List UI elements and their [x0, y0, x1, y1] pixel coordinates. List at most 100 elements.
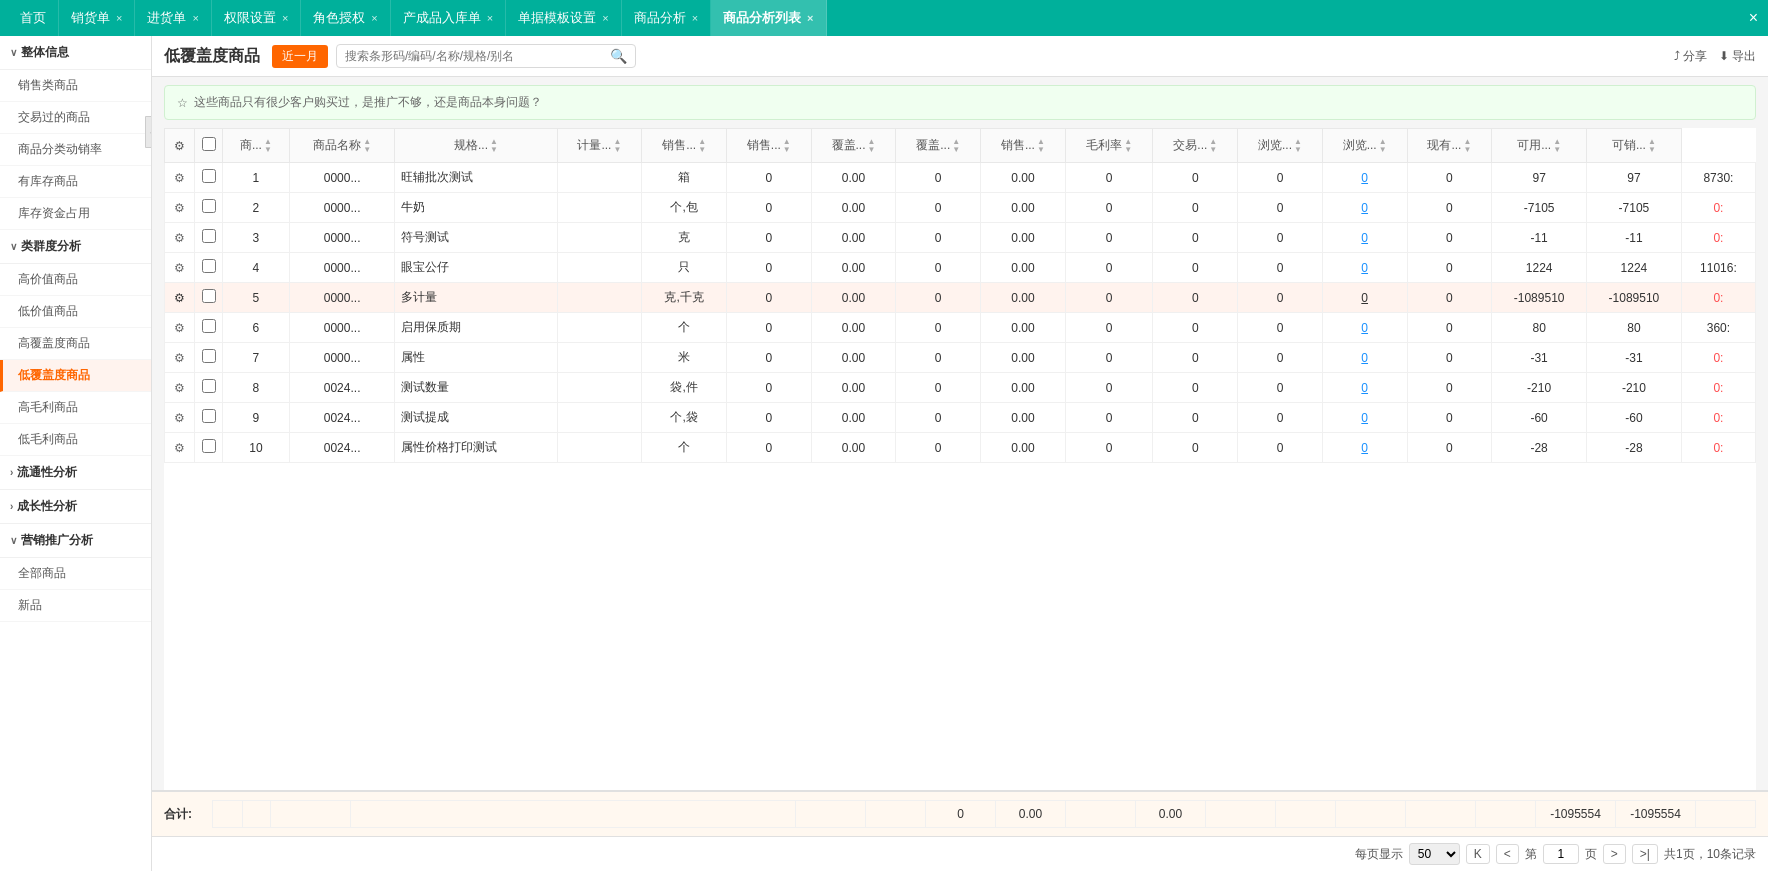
- row-select-checkbox[interactable]: [202, 289, 216, 303]
- sidebar-section-marketing[interactable]: ∨ 营销推广分析: [0, 524, 151, 558]
- nav-product-analysis-list[interactable]: 商品分析列表 ×: [711, 0, 826, 36]
- close-purchase-order[interactable]: ×: [192, 12, 198, 24]
- row-browse1[interactable]: 0: [1322, 313, 1407, 343]
- col-unit[interactable]: 计量...▲▼: [557, 129, 642, 163]
- row-settings[interactable]: ⚙: [165, 313, 195, 343]
- col-cover2[interactable]: 覆盖...▲▼: [896, 129, 981, 163]
- col-sellable[interactable]: 可销...▲▼: [1587, 129, 1682, 163]
- sidebar-item-traded-goods[interactable]: 交易过的商品: [0, 102, 151, 134]
- sidebar-item-inventory-capital[interactable]: 库存资金占用: [0, 198, 151, 230]
- row-settings[interactable]: ⚙: [165, 163, 195, 193]
- row-select-checkbox[interactable]: [202, 379, 216, 393]
- close-role-auth[interactable]: ×: [371, 12, 377, 24]
- sidebar-collapse-button[interactable]: «: [145, 116, 152, 148]
- col-browse2[interactable]: 浏览...▲▼: [1322, 129, 1407, 163]
- row-settings[interactable]: ⚙: [165, 373, 195, 403]
- col-settings[interactable]: ⚙: [165, 129, 195, 163]
- col-code[interactable]: 商...▲▼: [223, 129, 290, 163]
- row-sales-count: 0: [726, 403, 811, 433]
- section-arrow-cluster: ∨: [10, 241, 17, 252]
- row-browse1[interactable]: 0: [1322, 163, 1407, 193]
- col-sales-count[interactable]: 销售...▲▼: [642, 129, 727, 163]
- col-sales-amount[interactable]: 销售...▲▼: [726, 129, 811, 163]
- col-spec[interactable]: 规格...▲▼: [395, 129, 557, 163]
- row-select-checkbox[interactable]: [202, 199, 216, 213]
- nav-product-inbound[interactable]: 产成品入库单 ×: [391, 0, 506, 36]
- row-select-checkbox[interactable]: [202, 319, 216, 333]
- sidebar-section-cluster[interactable]: ∨ 类群度分析: [0, 230, 151, 264]
- row-settings[interactable]: ⚙: [165, 223, 195, 253]
- prev-page-button[interactable]: <: [1496, 844, 1519, 864]
- search-icon[interactable]: 🔍: [610, 48, 627, 64]
- col-gross-rate[interactable]: 毛利率▲▼: [1065, 129, 1153, 163]
- export-button[interactable]: ⬇ 导出: [1719, 48, 1756, 65]
- select-all-checkbox[interactable]: [202, 137, 216, 151]
- close-template-settings[interactable]: ×: [602, 12, 608, 24]
- col-name[interactable]: 商品名称▲▼: [289, 129, 395, 163]
- nav-purchase-order[interactable]: 进货单 ×: [135, 0, 211, 36]
- sidebar-item-low-value[interactable]: 低价值商品: [0, 296, 151, 328]
- sidebar-item-high-coverage[interactable]: 高覆盖度商品: [0, 328, 151, 360]
- close-permission-settings[interactable]: ×: [282, 12, 288, 24]
- sidebar-item-all-goods[interactable]: 全部商品: [0, 558, 151, 590]
- page-number-input[interactable]: [1543, 844, 1579, 864]
- row-select-checkbox[interactable]: [202, 409, 216, 423]
- row-settings[interactable]: ⚙: [165, 193, 195, 223]
- row-browse1[interactable]: 0: [1322, 403, 1407, 433]
- row-select-checkbox[interactable]: [202, 349, 216, 363]
- sidebar-item-high-value[interactable]: 高价值商品: [0, 264, 151, 296]
- col-cover1[interactable]: 覆盖...▲▼: [811, 129, 896, 163]
- close-sales-order[interactable]: ×: [116, 12, 122, 24]
- nav-product-analysis[interactable]: 商品分析 ×: [622, 0, 711, 36]
- close-product-inbound[interactable]: ×: [487, 12, 493, 24]
- date-filter-button[interactable]: 近一月: [272, 45, 328, 68]
- sidebar-section-circulation[interactable]: › 流通性分析: [0, 456, 151, 490]
- col-sales-extra[interactable]: 销售...▲▼: [981, 129, 1066, 163]
- nav-template-settings[interactable]: 单据模板设置 ×: [506, 0, 621, 36]
- sidebar-item-low-margin[interactable]: 低毛利商品: [0, 424, 151, 456]
- row-settings[interactable]: ⚙: [165, 283, 195, 313]
- row-settings[interactable]: ⚙: [165, 343, 195, 373]
- col-available[interactable]: 可用...▲▼: [1492, 129, 1587, 163]
- nav-permission-settings[interactable]: 权限设置 ×: [212, 0, 301, 36]
- export-icon: ⬇: [1719, 49, 1729, 63]
- sidebar-item-high-margin[interactable]: 高毛利商品: [0, 392, 151, 424]
- row-select-checkbox[interactable]: [202, 169, 216, 183]
- row-settings[interactable]: ⚙: [165, 253, 195, 283]
- col-browse1[interactable]: 浏览...▲▼: [1238, 129, 1323, 163]
- sidebar-section-growth[interactable]: › 成长性分析: [0, 490, 151, 524]
- row-browse1[interactable]: 0: [1322, 223, 1407, 253]
- share-button[interactable]: ⤴ 分享: [1674, 48, 1707, 65]
- sidebar-item-new-goods[interactable]: 新品: [0, 590, 151, 622]
- col-current[interactable]: 现有...▲▼: [1407, 129, 1492, 163]
- sidebar-item-category-rate[interactable]: 商品分类动销率: [0, 134, 151, 166]
- nav-sales-order[interactable]: 销货单 ×: [59, 0, 135, 36]
- sidebar-item-sales-goods[interactable]: 销售类商品: [0, 70, 151, 102]
- row-settings[interactable]: ⚙: [165, 403, 195, 433]
- row-browse1[interactable]: 0: [1322, 343, 1407, 373]
- row-select-checkbox[interactable]: [202, 259, 216, 273]
- col-trade[interactable]: 交易...▲▼: [1153, 129, 1238, 163]
- row-browse1[interactable]: 0: [1322, 193, 1407, 223]
- row-select-checkbox[interactable]: [202, 439, 216, 453]
- sidebar-section-overall[interactable]: ∨ 整体信息: [0, 36, 151, 70]
- sidebar-item-low-coverage[interactable]: 低覆盖度商品: [0, 360, 151, 392]
- close-product-analysis-list[interactable]: ×: [807, 12, 813, 24]
- nav-role-auth[interactable]: 角色授权 ×: [301, 0, 390, 36]
- row-browse1[interactable]: 0: [1322, 253, 1407, 283]
- search-input[interactable]: [345, 49, 606, 63]
- row-select-checkbox[interactable]: [202, 229, 216, 243]
- nav-home[interactable]: 首页: [8, 0, 59, 36]
- row-current: 80: [1492, 313, 1587, 343]
- row-settings[interactable]: ⚙: [165, 433, 195, 463]
- row-browse1[interactable]: 0: [1322, 283, 1407, 313]
- close-product-analysis[interactable]: ×: [692, 12, 698, 24]
- first-page-button[interactable]: K: [1466, 844, 1490, 864]
- global-close-btn[interactable]: ×: [1749, 9, 1758, 27]
- row-browse1[interactable]: 0: [1322, 373, 1407, 403]
- next-page-button[interactable]: >: [1603, 844, 1626, 864]
- row-browse1[interactable]: 0: [1322, 433, 1407, 463]
- sidebar-item-stocked-goods[interactable]: 有库存商品: [0, 166, 151, 198]
- per-page-select[interactable]: 50 20 100: [1409, 843, 1460, 865]
- last-page-button[interactable]: >|: [1632, 844, 1658, 864]
